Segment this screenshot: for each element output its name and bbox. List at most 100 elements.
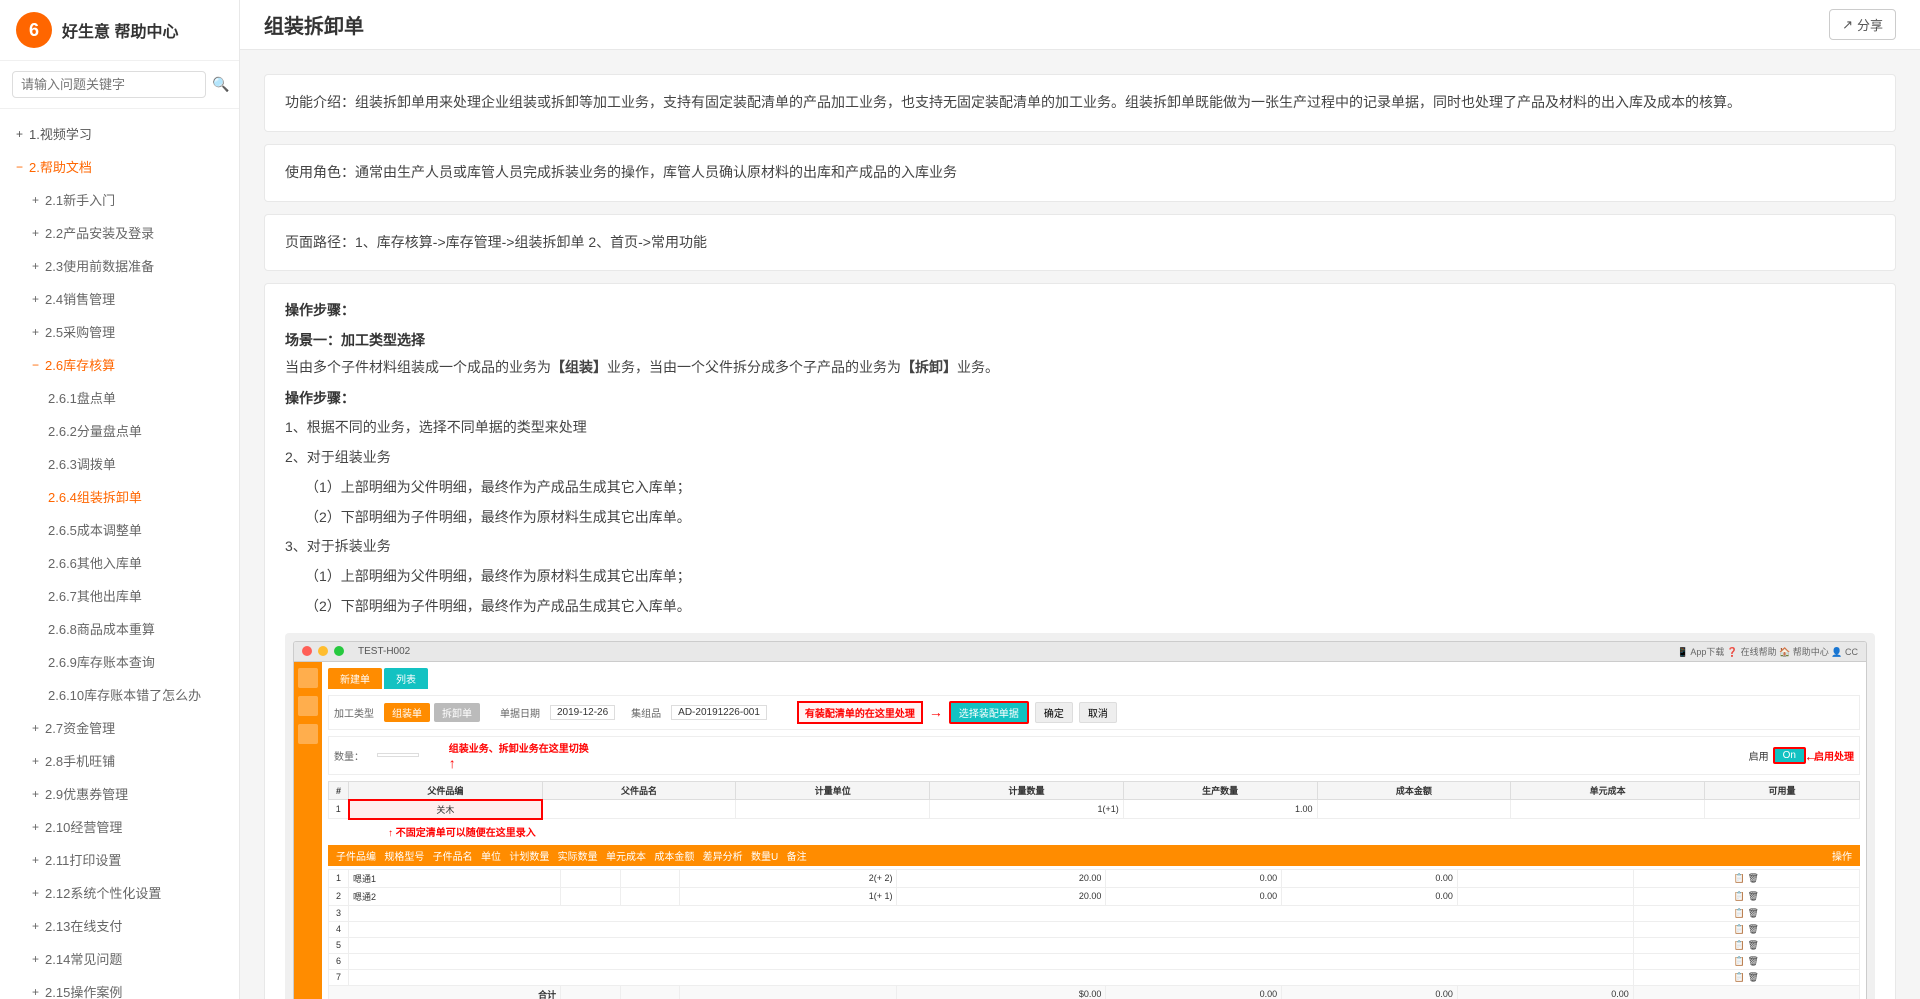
plus-icon-24: + [32,292,39,306]
sidebar-item-22[interactable]: + 2.2产品安装及登录 [0,216,239,249]
sidebar-item-24[interactable]: + 2.4销售管理 [0,282,239,315]
th-cost: 成本金额 [1317,781,1511,800]
plus-icon-213: + [32,919,39,933]
annotation-upper: ↑ 不固定清单可以随便在这里录入 [328,824,1860,839]
collection-value: AD-20191226-001 [671,705,767,720]
sidebar-item-212[interactable]: + 2.12系统个性化设置 [0,876,239,909]
intro-text-1: 功能介绍：组装拆卸单用来处理企业组装或拆卸等加工业务，支持有固定装配清单的产品加… [285,91,1875,115]
topbar: 组装拆卸单 ↗ 分享 [240,0,1920,50]
enable-btn[interactable]: On [1773,747,1806,764]
tab-list[interactable]: 列表 [384,668,428,689]
child-table-header: 子件品编 规格型号 子件品名 单位 计划数量 实际数量 单元成本 成本金额 差异… [328,845,1860,866]
sidebar-item-26[interactable]: − 2.6库存核算 [0,348,239,381]
plus-icon-214: + [32,952,39,966]
sidebar-item-210[interactable]: + 2.10经营管理 [0,810,239,843]
intro-box-2: 使用角色：通常由生产人员或库管人员完成拆装业务的操作，库管人员确认原材料的出库和… [264,144,1896,202]
th-parent-code: 父件品编 [349,781,543,800]
search-box: 🔍 [0,61,239,109]
logo-icon: 6 [16,12,52,48]
btn-assemble[interactable]: 组装单 [384,703,430,722]
intro-text-3: 页面路径：1、库存核算->库存管理->组装拆卸单 2、首页->常用功能 [285,231,1875,255]
sidebar-item-264-current[interactable]: 2.6.4组装拆卸单 [0,480,239,513]
sidebar-item-28[interactable]: + 2.8手机旺铺 [0,744,239,777]
sidebar-item-video[interactable]: + 1.视频学习 [0,117,239,150]
intro-text-2: 使用角色：通常由生产人员或库管人员完成拆装业务的操作，库管人员确认原材料的出库和… [285,161,1875,185]
annotation-upper-label: 不固定清单可以随便在这里录入 [396,828,536,839]
sidebar-item-213[interactable]: + 2.13在线支付 [0,909,239,942]
child-row-5: 5 📋 🗑 [329,937,1860,953]
child-header-title: 子件品编 规格型号 子件品名 单位 计划数量 实际数量 单元成本 成本金额 差异… [336,848,807,863]
sidebar-item-261[interactable]: 2.6.1盘点单 [0,381,239,414]
form-row-2: 数量： 组装业务、拆卸业务在这里切换 ↑ [328,736,1860,775]
sidebar-item-21[interactable]: + 2.1新手入门 [0,183,239,216]
th-parent-name: 父件品名 [542,781,736,800]
collection-label: 集组品 [631,705,661,720]
sidebar-item-29[interactable]: + 2.9优惠券管理 [0,777,239,810]
plus-icon-211: + [32,853,39,867]
enable-processing-area: 启用 On 启用处理 ← [1749,747,1854,764]
screenshot-wrapper: TEST-H002 📱 App下载 ❓ 在线帮助 🏠 帮助中心 👤 CC [285,633,1875,999]
sidebar-item-262[interactable]: 2.6.2分量盘点单 [0,414,239,447]
step3-2: （2）下部明细为子件明细，最终作为产成品生成其它入库单。 [285,595,1875,619]
plus-icon-28: + [32,754,39,768]
sidebar-item-263[interactable]: 2.6.3调拨单 [0,447,239,480]
sidebar-item-267[interactable]: 2.6.7其他出库单 [0,579,239,612]
sidebar-item-25[interactable]: + 2.5采购管理 [0,315,239,348]
enable-label: 启用 [1749,748,1769,763]
step2-1: （1）上部明细为父件明细，最终作为产成品生成其它入库单； [285,476,1875,500]
search-icon[interactable]: 🔍 [212,76,229,93]
tab-new[interactable]: 新建单 [328,668,382,689]
annotation-switch-area: 组装业务、拆卸业务在这里切换 ↑ [449,740,589,771]
sidebar-item-215[interactable]: + 2.15操作案例 [0,975,239,999]
child-row-4: 4 📋 🗑 [329,921,1860,937]
scenario1-label: 场景一：加工类型选择 [285,330,1875,350]
step1: 1、根据不同的业务，选择不同单据的类型来处理 [285,416,1875,440]
sidebar-icon-1 [298,668,318,688]
parent-table-container: # 父件品编 父件品名 计量单位 计量数量 生产数量 成本金额 单元成本 [328,781,1860,820]
share-button[interactable]: ↗ 分享 [1829,9,1896,40]
window-title: TEST-H002 [358,646,410,657]
child-table-container: 子件品编 规格型号 子件品名 单位 计划数量 实际数量 单元成本 成本金额 差异… [328,845,1860,999]
sidebar-item-265[interactable]: 2.6.5成本调整单 [0,513,239,546]
sidebar-icon-2 [298,696,318,716]
order-type-buttons: 组装单 拆卸单 [384,703,480,722]
annotation-switch-text: 组装业务、拆卸业务在这里切换 [449,744,589,755]
sidebar-item-214[interactable]: + 2.14常见问题 [0,942,239,975]
order-type-label: 加工类型 [334,705,374,720]
plus-icon-21: + [32,193,39,207]
btn-confirm[interactable]: 确定 [1035,702,1073,723]
sidebar-icon-3 [298,724,318,744]
parent-code-cell[interactable]: 关木 [349,800,543,819]
steps-sub-label: 操作步骤： [285,388,1875,408]
app-tabs: 新建单 列表 [328,668,1860,689]
search-input[interactable] [12,71,206,98]
sidebar-item-23[interactable]: + 2.3使用前数据准备 [0,249,239,282]
sidebar-item-268[interactable]: 2.6.8商品成本重算 [0,612,239,645]
plus-icon-27: + [32,721,39,735]
child-row-7: 7 📋 🗑 [329,969,1860,985]
btn-select-assembly[interactable]: 选择装配单据 [949,701,1029,724]
label-qty: 数量： [334,748,367,763]
parent-table: # 父件品编 父件品名 计量单位 计量数量 生产数量 成本金额 单元成本 [328,781,1860,820]
btn-disassemble[interactable]: 拆卸单 [434,703,480,722]
btn-cancel[interactable]: 取消 [1079,702,1117,723]
sidebar-item-269[interactable]: 2.6.9库存账本查询 [0,645,239,678]
annotation-upper-text: ↑ [388,828,393,839]
annotation-processing-text: 启用处理 [1814,752,1854,763]
plus-icon-29: + [32,787,39,801]
child-table: 1 嗯通1 2(+ 2) 20.00 0.00 0.00 [328,869,1860,999]
sidebar-item-27[interactable]: + 2.7资金管理 [0,711,239,744]
sidebar-item-docs[interactable]: − 2.帮助文档 [0,150,239,183]
logo-text: 好生意 帮助中心 [62,18,178,42]
plus-icon-210: + [32,820,39,834]
child-row-6: 6 📋 🗑 [329,953,1860,969]
qty-input[interactable] [377,753,419,757]
sidebar-item-266[interactable]: 2.6.6其他入库单 [0,546,239,579]
table-footer: 合计 $0.00 0.00 0.00 0.00 [329,985,1860,999]
plus-icon-215: + [32,985,39,999]
minus-icon: − [16,160,23,174]
sidebar-item-2610[interactable]: 2.6.10库存账本错了怎么办 [0,678,239,711]
page-title: 组装拆卸单 [264,10,364,39]
sidebar-item-211[interactable]: + 2.11打印设置 [0,843,239,876]
plus-icon: + [16,127,23,141]
